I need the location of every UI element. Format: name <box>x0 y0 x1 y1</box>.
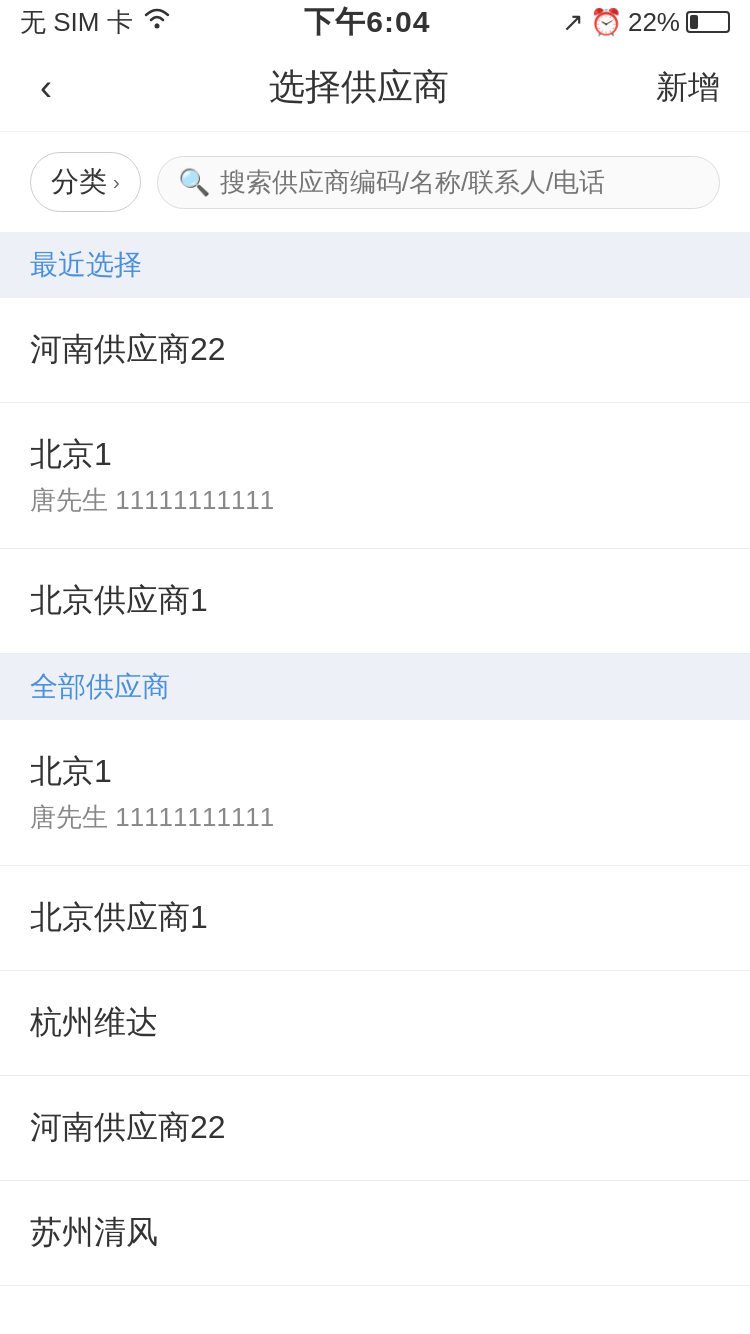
status-bar: 无 SIM 卡 下午6:04 ↗ ⏰ 22% <box>0 0 750 44</box>
status-left: 无 SIM 卡 <box>20 5 173 40</box>
all-section-label: 全部供应商 <box>30 671 170 702</box>
wifi-icon <box>141 7 173 38</box>
no-sim-label: 无 SIM 卡 <box>20 5 133 40</box>
item-name: 河南供应商22 <box>30 328 720 372</box>
item-detail: 唐先生 11111111111 <box>30 800 720 835</box>
list-item[interactable]: 北京1 唐先生 11111111111 <box>0 720 750 866</box>
filter-row: 分类 › 🔍 <box>0 132 750 232</box>
item-name: 北京供应商1 <box>30 896 720 940</box>
item-name: 河南供应商22 <box>30 1106 720 1150</box>
alarm-icon: ⏰ <box>590 7 622 38</box>
chevron-right-icon: › <box>113 171 120 194</box>
battery-icon <box>686 11 730 33</box>
category-label: 分类 <box>51 163 107 201</box>
item-name: 北京1 <box>30 433 720 477</box>
item-name: 杭州维达 <box>30 1001 720 1045</box>
recent-section-header: 最近选择 <box>0 232 750 298</box>
page-title: 选择供应商 <box>269 63 449 112</box>
list-item[interactable]: 河南供应商22 <box>0 1076 750 1181</box>
add-button[interactable]: 新增 <box>656 66 720 110</box>
nav-bar: ‹ 选择供应商 新增 <box>0 44 750 132</box>
list-item[interactable]: 河南供应商22 <box>0 298 750 403</box>
list-item[interactable]: 北京1 唐先生 11111111111 <box>0 403 750 549</box>
category-filter[interactable]: 分类 › <box>30 152 141 212</box>
time-display: 下午6:04 <box>304 2 430 43</box>
all-section-header: 全部供应商 <box>0 654 750 720</box>
list-item[interactable]: 北京供应商1 <box>0 866 750 971</box>
recent-section-label: 最近选择 <box>30 249 142 280</box>
item-name: 北京供应商1 <box>30 579 720 623</box>
search-input[interactable] <box>220 167 699 198</box>
location-icon: ↗ <box>562 7 584 38</box>
all-items-list: 北京1 唐先生 11111111111 北京供应商1 杭州维达河南供应商22 苏州清风 <box>0 720 750 1286</box>
search-icon: 🔍 <box>178 167 210 198</box>
battery-percent: 22% <box>628 7 680 38</box>
svg-point-0 <box>154 23 159 28</box>
item-name: 苏州清风 <box>30 1211 720 1255</box>
list-item[interactable]: 杭州维达 <box>0 971 750 1076</box>
item-detail: 唐先生 11111111111 <box>30 483 720 518</box>
list-item[interactable]: 苏州清风 <box>0 1181 750 1286</box>
back-button[interactable]: ‹ <box>30 57 62 119</box>
item-name: 北京1 <box>30 750 720 794</box>
recent-items-list: 河南供应商22 北京1 唐先生 11111111111 北京供应商1 <box>0 298 750 654</box>
search-box[interactable]: 🔍 <box>157 156 720 209</box>
status-right: ↗ ⏰ 22% <box>562 7 730 38</box>
list-item[interactable]: 北京供应商1 <box>0 549 750 654</box>
